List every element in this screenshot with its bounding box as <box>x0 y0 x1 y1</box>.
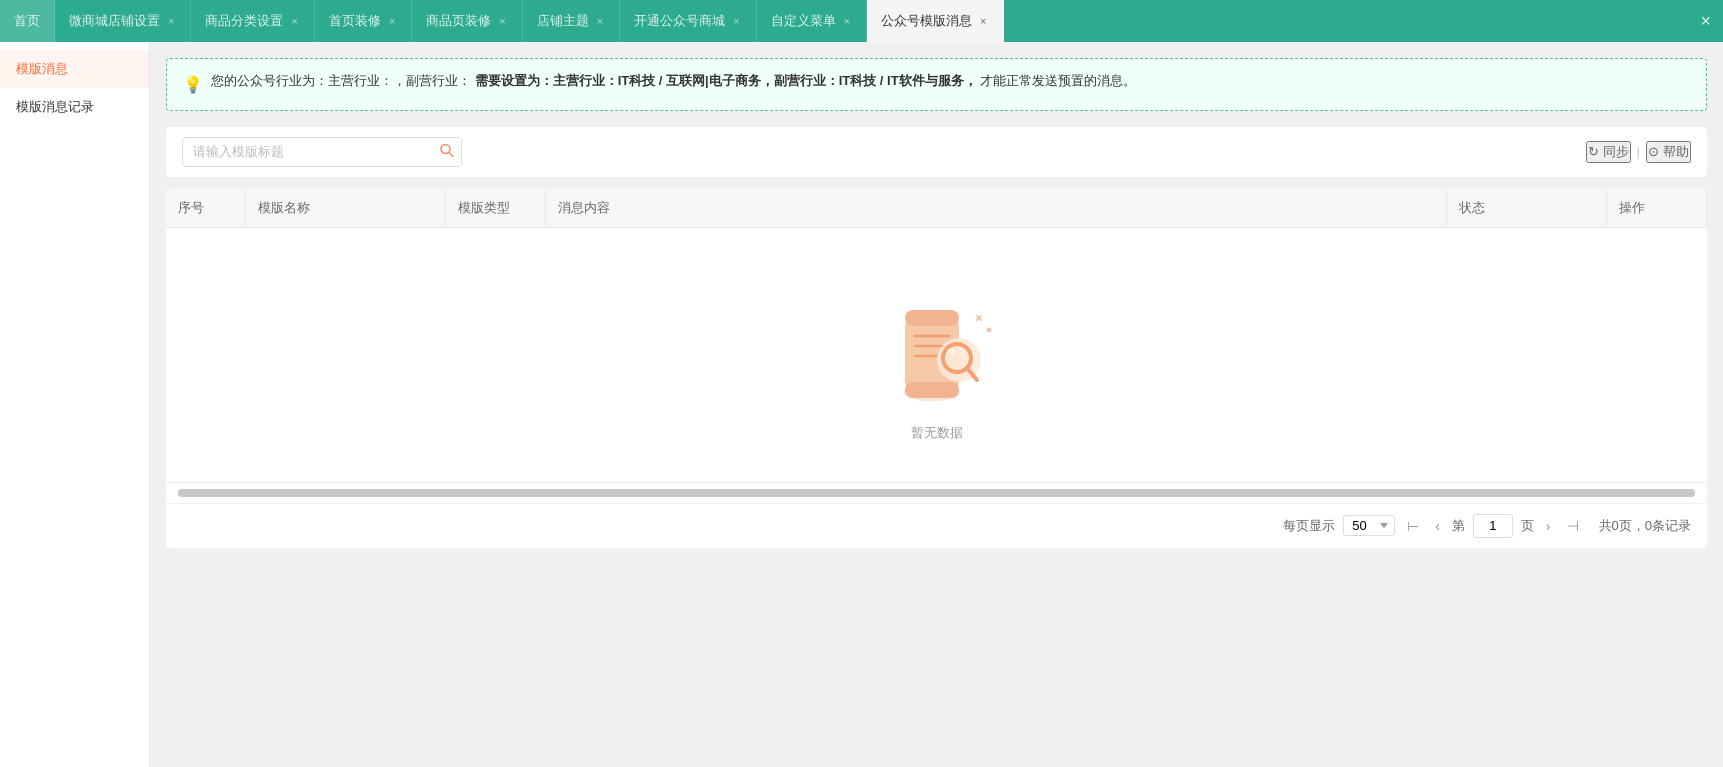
tab-home-decor-label: 首页装修 <box>329 12 381 30</box>
page-number-input[interactable] <box>1473 514 1513 538</box>
top-nav: 首页 微商城店铺设置 × 商品分类设置 × 首页装修 × 商品页装修 × 店铺主… <box>0 0 1723 42</box>
page-label-suffix: 页 <box>1521 517 1534 535</box>
sidebar: 模版消息 模版消息记录 <box>0 42 150 767</box>
main-layout: 模版消息 模版消息记录 💡 您的公众号行业为：主营行业：，副营行业： 需要设置为… <box>0 42 1723 767</box>
tab-home-label: 首页 <box>14 12 40 30</box>
tab-open-mall[interactable]: 开通公众号商城 × <box>620 0 756 42</box>
empty-illustration <box>877 288 997 408</box>
tab-template-msg-close[interactable]: × <box>978 13 988 29</box>
total-label: 共0页，0条记录 <box>1599 517 1691 535</box>
tab-product-decor-label: 商品页装修 <box>426 12 491 30</box>
first-page-button[interactable]: ⊢ <box>1403 517 1423 535</box>
search-input[interactable] <box>182 137 462 167</box>
tab-home-decor-close[interactable]: × <box>387 13 397 29</box>
empty-text: 暂无数据 <box>911 424 963 442</box>
next-page-button[interactable]: › <box>1542 517 1555 535</box>
page-size-select[interactable]: 50 10 20 100 <box>1343 515 1395 536</box>
help-icon: ⊙ <box>1648 144 1659 159</box>
th-seq: 序号 <box>166 189 246 227</box>
tab-custom-menu-close[interactable]: × <box>842 13 852 29</box>
th-action: 操作 <box>1607 189 1707 227</box>
tab-open-mall-label: 开通公众号商城 <box>634 12 725 30</box>
help-label: 帮助 <box>1663 143 1689 161</box>
svg-point-15 <box>986 327 991 332</box>
page-label-prefix: 第 <box>1452 517 1465 535</box>
search-icon <box>440 143 454 157</box>
sync-button[interactable]: ↻ 同步 <box>1586 141 1631 163</box>
notice-box: 💡 您的公众号行业为：主营行业：，副营行业： 需要设置为：主营行业：IT科技 /… <box>166 58 1707 111</box>
svg-line-1 <box>449 152 453 156</box>
tab-home-decor[interactable]: 首页装修 × <box>315 0 412 42</box>
search-actions: ↻ 同步 | ⊙ 帮助 <box>1586 141 1691 163</box>
tab-template-msg[interactable]: 公众号模版消息 × <box>867 0 1003 42</box>
pagination: 每页显示 50 10 20 100 ⊢ ‹ 第 页 › ⊣ 共0页，0条记录 <box>166 503 1707 548</box>
search-input-wrapper <box>182 137 462 167</box>
sidebar-item-template-msg[interactable]: 模版消息 <box>0 50 149 88</box>
global-close-button[interactable]: × <box>1700 11 1711 32</box>
sync-label: 同步 <box>1603 143 1629 161</box>
data-table: 序号 模版名称 模版类型 消息内容 状态 操作 <box>166 189 1707 548</box>
svg-rect-4 <box>905 310 959 326</box>
search-button[interactable] <box>440 143 454 160</box>
tab-category-settings-label: 商品分类设置 <box>205 12 283 30</box>
search-bar: ↻ 同步 | ⊙ 帮助 <box>166 127 1707 177</box>
sidebar-item-template-msg-log[interactable]: 模版消息记录 <box>0 88 149 126</box>
tab-store-settings-close[interactable]: × <box>166 13 176 29</box>
tab-category-settings-close[interactable]: × <box>289 13 299 29</box>
last-page-button[interactable]: ⊣ <box>1563 517 1583 535</box>
tab-template-msg-label: 公众号模版消息 <box>881 12 972 30</box>
actions-divider: | <box>1637 144 1640 159</box>
sidebar-item-template-msg-label: 模版消息 <box>16 61 68 76</box>
tab-store-settings[interactable]: 微商城店铺设置 × <box>55 0 191 42</box>
th-name: 模版名称 <box>246 189 446 227</box>
tab-store-theme-label: 店铺主题 <box>537 12 589 30</box>
prev-page-button[interactable]: ‹ <box>1431 517 1444 535</box>
tab-product-decor[interactable]: 商品页装修 × <box>412 0 522 42</box>
tab-store-theme[interactable]: 店铺主题 × <box>523 0 620 42</box>
empty-state: 暂无数据 <box>166 228 1707 482</box>
notice-highlight: 需要设置为：主营行业：IT科技 / 互联网|电子商务，副营行业：IT科技 / I… <box>475 73 977 88</box>
notice-suffix: 才能正常发送预置的消息。 <box>980 73 1136 88</box>
tab-open-mall-close[interactable]: × <box>731 13 741 29</box>
svg-rect-5 <box>905 382 959 398</box>
notice-prefix: 您的公众号行业为：主营行业：，副营行业： <box>211 73 471 88</box>
tab-home[interactable]: 首页 <box>0 0 55 42</box>
tab-store-theme-close[interactable]: × <box>595 13 605 29</box>
svg-point-12 <box>947 348 955 356</box>
tab-category-settings[interactable]: 商品分类设置 × <box>191 0 314 42</box>
tab-product-decor-close[interactable]: × <box>497 13 507 29</box>
th-type: 模版类型 <box>446 189 546 227</box>
th-content: 消息内容 <box>546 189 1447 227</box>
notice-text: 您的公众号行业为：主营行业：，副营行业： 需要设置为：主营行业：IT科技 / 互… <box>211 71 1136 92</box>
help-button[interactable]: ⊙ 帮助 <box>1646 141 1691 163</box>
scrollbar-thumb[interactable] <box>178 489 1695 497</box>
scrollbar-row <box>166 482 1707 503</box>
content-area: 💡 您的公众号行业为：主营行业：，副营行业： 需要设置为：主营行业：IT科技 /… <box>150 42 1723 767</box>
table-header: 序号 模版名称 模版类型 消息内容 状态 操作 <box>166 189 1707 228</box>
tab-custom-menu-label: 自定义菜单 <box>771 12 836 30</box>
notice-icon: 💡 <box>183 72 203 98</box>
tab-custom-menu[interactable]: 自定义菜单 × <box>757 0 867 42</box>
sidebar-item-template-msg-log-label: 模版消息记录 <box>16 99 94 114</box>
th-status: 状态 <box>1447 189 1607 227</box>
page-size-label: 每页显示 <box>1283 517 1335 535</box>
sync-icon: ↻ <box>1588 144 1599 159</box>
scrollbar-track[interactable] <box>178 489 1695 497</box>
tab-store-settings-label: 微商城店铺设置 <box>69 12 160 30</box>
